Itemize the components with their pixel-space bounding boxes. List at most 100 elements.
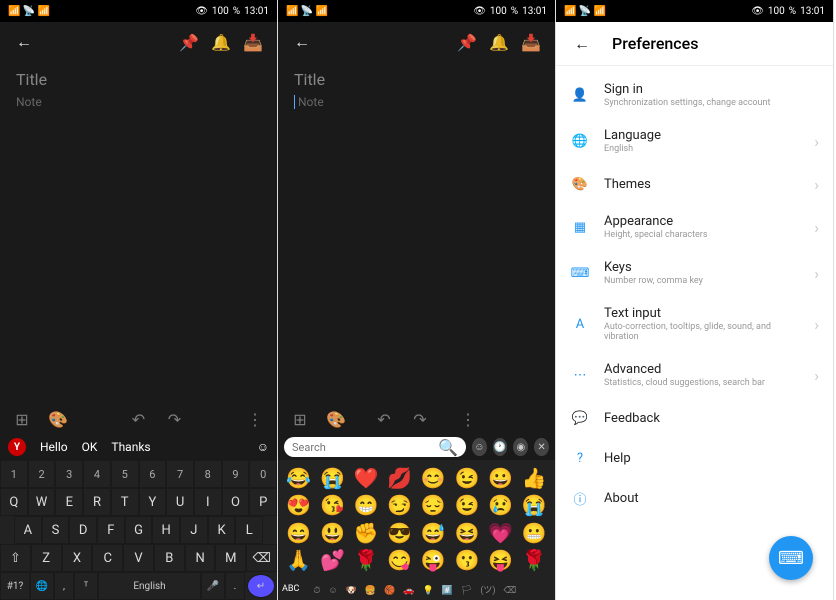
- more-icon[interactable]: ⋮: [243, 407, 267, 431]
- emoji-cell[interactable]: 😊: [417, 464, 451, 492]
- emoji-cell[interactable]: 💕: [316, 547, 350, 575]
- emoji-cell[interactable]: 😉: [450, 464, 484, 492]
- kb-key-p[interactable]: P: [249, 488, 277, 516]
- note-area[interactable]: Title Note: [0, 62, 277, 117]
- archive-icon[interactable]: 📥: [519, 30, 543, 54]
- pref-item-keys[interactable]: ⌨KeysNumber row, comma key›: [556, 250, 833, 296]
- emoji-cell[interactable]: 😁: [349, 492, 383, 520]
- pref-item-advanced[interactable]: ⋯AdvancedStatistics, cloud suggestions, …: [556, 352, 833, 398]
- emoji-cell[interactable]: 😬: [517, 519, 551, 547]
- kb-key-d[interactable]: D: [69, 516, 97, 544]
- back-icon[interactable]: ←: [570, 32, 594, 56]
- emoji-cell[interactable]: 😭: [316, 464, 350, 492]
- emoji-category[interactable]: ☺: [328, 586, 337, 596]
- pref-item-feedback[interactable]: 💬Feedback: [556, 398, 833, 438]
- kb-key-h[interactable]: H: [152, 516, 180, 544]
- kb-key-g[interactable]: G: [125, 516, 153, 544]
- kb-key-0[interactable]: 0: [249, 460, 277, 488]
- pref-item-themes[interactable]: 🎨Themes›: [556, 164, 833, 204]
- note-body-placeholder[interactable]: Note: [16, 95, 261, 109]
- emoji-close-icon[interactable]: ✕: [534, 438, 549, 456]
- kb-key-3[interactable]: 3: [55, 460, 83, 488]
- emoji-category[interactable]: 🚗: [403, 586, 414, 596]
- archive-icon[interactable]: 📥: [241, 30, 265, 54]
- kb-key-4[interactable]: 4: [83, 460, 111, 488]
- emoji-abc-key[interactable]: ABC: [282, 584, 299, 594]
- kb-translate-key[interactable]: ᵀ: [74, 572, 98, 600]
- kb-spacebar[interactable]: English: [98, 572, 201, 600]
- emoji-cell[interactable]: 😆: [450, 519, 484, 547]
- emoji-cell[interactable]: 😋: [383, 547, 417, 575]
- emoji-category[interactable]: ⌫: [504, 586, 517, 596]
- note-title-placeholder[interactable]: Title: [294, 70, 539, 89]
- kb-key-⇧[interactable]: ⇧: [0, 544, 31, 572]
- palette-icon[interactable]: 🎨: [46, 407, 70, 431]
- kb-key-7[interactable]: 7: [166, 460, 194, 488]
- emoji-cell[interactable]: 💗: [484, 519, 518, 547]
- emoji-cell[interactable]: 😀: [484, 464, 518, 492]
- undo-icon[interactable]: ↶: [372, 407, 396, 431]
- bell-icon[interactable]: 🔔: [209, 30, 233, 54]
- kb-enter-key[interactable]: ↵: [247, 574, 275, 598]
- kb-key-r[interactable]: R: [83, 488, 111, 516]
- emoji-recent-icon[interactable]: 🕐: [493, 438, 508, 456]
- yandex-badge-icon[interactable]: Y: [8, 438, 26, 456]
- redo-icon[interactable]: ↷: [408, 407, 432, 431]
- add-icon[interactable]: ⊞: [288, 407, 312, 431]
- kb-key-j[interactable]: J: [180, 516, 208, 544]
- kb-key-k[interactable]: K: [208, 516, 236, 544]
- kb-symbols-key[interactable]: #1?: [0, 572, 30, 600]
- kb-key-e[interactable]: E: [55, 488, 83, 516]
- kb-key-2[interactable]: 2: [28, 460, 56, 488]
- emoji-cell[interactable]: 😢: [484, 492, 518, 520]
- kb-key-x[interactable]: X: [62, 544, 93, 572]
- emoji-category[interactable]: #️⃣: [442, 586, 453, 596]
- kb-key-u[interactable]: U: [166, 488, 194, 516]
- kb-key-z[interactable]: Z: [31, 544, 62, 572]
- kb-key-9[interactable]: 9: [222, 460, 250, 488]
- kb-key-c[interactable]: C: [92, 544, 123, 572]
- kb-mic-key[interactable]: 🎤: [201, 572, 225, 600]
- emoji-cell[interactable]: 😂: [282, 464, 316, 492]
- suggestion-word[interactable]: OK: [82, 440, 98, 454]
- kb-key-l[interactable]: L: [235, 516, 263, 544]
- pin-icon[interactable]: 📌: [177, 30, 201, 54]
- undo-icon[interactable]: ↶: [127, 407, 151, 431]
- kb-key-s[interactable]: S: [42, 516, 70, 544]
- emoji-search-field[interactable]: 🔍: [284, 437, 466, 457]
- kb-key-v[interactable]: V: [123, 544, 154, 572]
- emoji-cell[interactable]: 👍: [517, 464, 551, 492]
- back-icon[interactable]: ←: [290, 30, 314, 54]
- emoji-cell[interactable]: 😝: [484, 547, 518, 575]
- kb-key-y[interactable]: Y: [139, 488, 167, 516]
- kb-key-m[interactable]: M: [215, 544, 246, 572]
- kb-key-a[interactable]: A: [14, 516, 42, 544]
- emoji-cell[interactable]: 🙏: [282, 547, 316, 575]
- palette-icon[interactable]: 🎨: [324, 407, 348, 431]
- pref-item-about[interactable]: ⓘAbout: [556, 478, 833, 518]
- note-title-placeholder[interactable]: Title: [16, 70, 261, 89]
- emoji-category[interactable]: 🐶: [346, 586, 357, 596]
- kb-globe-key[interactable]: 🌐: [30, 572, 54, 600]
- emoji-category[interactable]: ⏱: [313, 586, 320, 596]
- emoji-cell[interactable]: 😜: [417, 547, 451, 575]
- suggestion-word[interactable]: Thanks: [111, 440, 150, 454]
- emoji-cell[interactable]: 😭: [517, 492, 551, 520]
- kb-period-key[interactable]: .: [225, 572, 245, 600]
- pref-item-language[interactable]: 🌐LanguageEnglish›: [556, 118, 833, 164]
- pref-item-text-input[interactable]: AText inputAuto-correction, tooltips, gl…: [556, 296, 833, 352]
- emoji-cell[interactable]: ❤️: [349, 464, 383, 492]
- emoji-cell[interactable]: 💋: [383, 464, 417, 492]
- kb-key-q[interactable]: Q: [0, 488, 28, 516]
- bell-icon[interactable]: 🔔: [487, 30, 511, 54]
- emoji-cell[interactable]: 😎: [383, 519, 417, 547]
- redo-icon[interactable]: ↷: [163, 407, 187, 431]
- keyboard-fab[interactable]: ⌨: [769, 536, 813, 580]
- emoji-cell[interactable]: 😄: [282, 519, 316, 547]
- emoji-cell[interactable]: 😉: [450, 492, 484, 520]
- kb-key-6[interactable]: 6: [139, 460, 167, 488]
- more-icon[interactable]: ⋮: [456, 407, 480, 431]
- emoji-category[interactable]: 🍔: [365, 586, 376, 596]
- emoji-toggle-icon[interactable]: ☺: [257, 440, 269, 454]
- emoji-category[interactable]: (ツ): [480, 586, 495, 596]
